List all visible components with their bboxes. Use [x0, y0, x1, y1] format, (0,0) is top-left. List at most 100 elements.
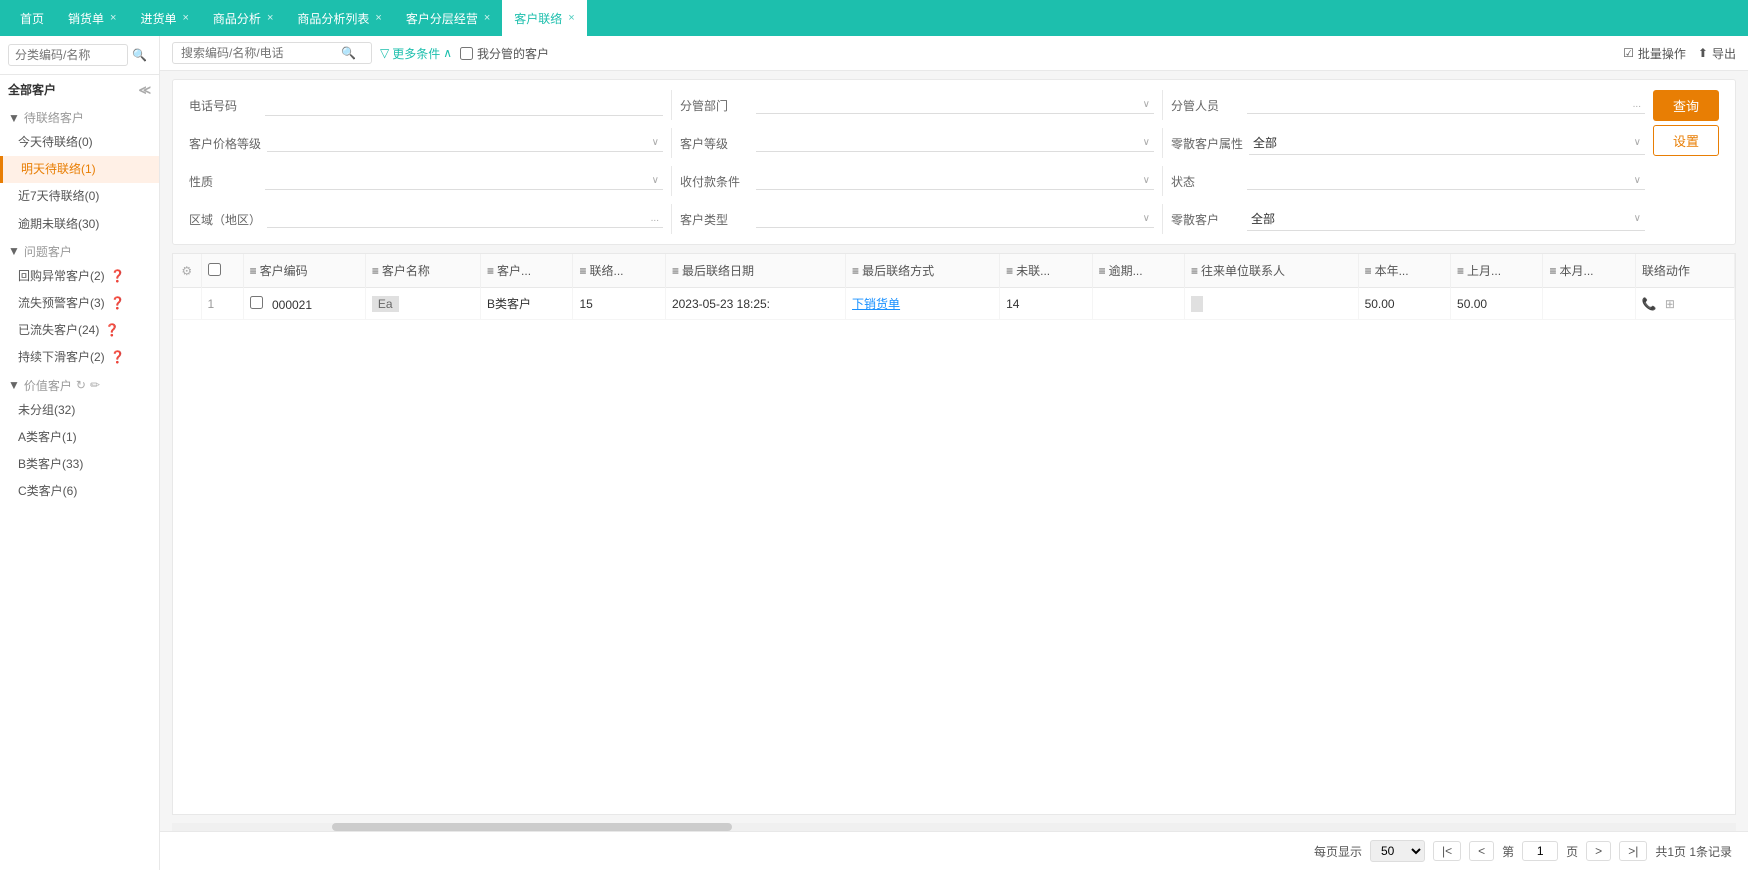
toolbar-search-box[interactable]: 🔍 — [172, 42, 372, 64]
filter-customer-level: 客户等级 ∨ — [680, 134, 1154, 152]
nav-purchase[interactable]: 进货单 × — [128, 0, 200, 36]
close-sales-icon[interactable]: × — [110, 12, 116, 24]
dept-select[interactable]: ∨ — [756, 96, 1154, 114]
value-customer-group: ▼ 价值客户 ↻ ✏ — [0, 372, 159, 397]
th-name[interactable]: ≡客户名称 — [365, 254, 480, 288]
first-page-btn[interactable]: |< — [1433, 841, 1461, 861]
filter-buttons: 查询 设置 — [1653, 90, 1719, 234]
sidebar-item-tomorrow[interactable]: 明天待联络(1) — [0, 156, 159, 183]
nav-customer-segment[interactable]: 客户分层经营 × — [394, 0, 502, 36]
customer-level-select[interactable]: ∨ — [756, 134, 1154, 152]
toolbar-search-icon[interactable]: 🔍 — [341, 46, 356, 60]
value-edit-icon[interactable]: ✏ — [90, 378, 100, 392]
th-unit-contact[interactable]: ≡往来单位联系人 — [1185, 254, 1359, 288]
total-records: 共1页 1条记录 — [1655, 843, 1732, 860]
retail-attr-select[interactable]: 全部 ∨ — [1249, 131, 1645, 155]
export-btn[interactable]: ⬆ 导出 — [1698, 45, 1736, 62]
last-page-btn[interactable]: >| — [1619, 841, 1647, 861]
close-customer-segment-icon[interactable]: × — [484, 12, 490, 24]
column-settings-icon[interactable]: ⚙ — [181, 264, 192, 278]
nature-select[interactable]: ∨ — [265, 172, 663, 190]
my-customers-checkbox-label[interactable]: 我分管的客户 — [460, 45, 549, 62]
select-all-checkbox[interactable] — [208, 263, 221, 276]
th-code[interactable]: ≡客户编码 — [243, 254, 365, 288]
batch-operation-btn[interactable]: ☑ 批量操作 — [1623, 45, 1686, 62]
sidebar-item-today[interactable]: 今天待联络(0) — [0, 129, 159, 156]
toolbar: 🔍 ▽ 更多条件 ∧ 我分管的客户 ☑ 批量操作 ⬆ 导出 — [160, 36, 1748, 71]
per-page-select[interactable]: 50 100 200 — [1370, 840, 1425, 862]
sidebar-item-repurchase-abnormal[interactable]: 回购异常客户(2) ❓ — [0, 263, 159, 290]
price-level-select[interactable]: ∨ — [267, 134, 663, 152]
th-last-contact-date[interactable]: ≡最后联络日期 — [665, 254, 845, 288]
sidebar-item-churn-warning[interactable]: 流失预警客户(3) ❓ — [0, 290, 159, 317]
filter-phone: 电话号码 — [189, 95, 663, 116]
th-contact[interactable]: ≡联络... — [573, 254, 665, 288]
th-last-month[interactable]: ≡上月... — [1451, 254, 1543, 288]
scrollbar-thumb[interactable] — [332, 823, 732, 831]
th-type[interactable]: ≡客户... — [481, 254, 573, 288]
nav-analysis[interactable]: 商品分析 × — [201, 0, 285, 36]
content-area: 🔍 ▽ 更多条件 ∧ 我分管的客户 ☑ 批量操作 ⬆ 导出 — [160, 36, 1748, 870]
my-customers-checkbox[interactable] — [460, 47, 473, 60]
filter-status: 状态 ∨ — [1171, 172, 1645, 190]
retail-select[interactable]: 全部 ∨ — [1247, 207, 1645, 231]
close-analysis-icon[interactable]: × — [267, 12, 273, 24]
filter-payment: 收付款条件 ∨ — [680, 172, 1154, 190]
sidebar-item-ungrouped[interactable]: 未分组(32) — [0, 397, 159, 424]
search-input[interactable] — [181, 46, 341, 60]
th-no-contact[interactable]: ≡未联... — [1000, 254, 1092, 288]
page-number-input[interactable] — [1522, 841, 1558, 861]
td-last-contact-date: 2023-05-23 18:25: — [665, 288, 845, 320]
sidebar-search-input[interactable] — [8, 44, 128, 66]
filter-more-btn[interactable]: ▽ 更多条件 ∧ — [380, 45, 452, 62]
td-unit-contact — [1185, 288, 1359, 320]
td-overdue — [1092, 288, 1184, 320]
person-select[interactable]: ... — [1247, 96, 1645, 114]
td-gear — [173, 288, 201, 320]
nav-sales[interactable]: 销货单 × — [56, 0, 128, 36]
sidebar-item-c-class[interactable]: C类客户(6) — [0, 478, 159, 505]
sidebar-item-churned[interactable]: 已流失客户(24) ❓ — [0, 317, 159, 344]
nav-analysis-list[interactable]: 商品分析列表 × — [285, 0, 393, 36]
customer-type-select[interactable]: ∨ — [756, 210, 1154, 228]
sidebar-item-b-class[interactable]: B类客户(33) — [0, 451, 159, 478]
sidebar-item-declining[interactable]: 持续下滑客户(2) ❓ — [0, 344, 159, 371]
sidebar-item-7days[interactable]: 近7天待联络(0) — [0, 183, 159, 210]
th-this-year[interactable]: ≡本年... — [1358, 254, 1450, 288]
toolbar-right: ☑ 批量操作 ⬆ 导出 — [1623, 45, 1736, 62]
prev-page-btn[interactable]: < — [1469, 841, 1494, 861]
value-refresh-icon[interactable]: ↻ — [76, 378, 86, 392]
next-page-btn[interactable]: > — [1586, 841, 1611, 861]
pending-contact-group: ▼ 待联络客户 — [0, 104, 159, 129]
last-contact-method-link[interactable]: 下销货单 — [852, 297, 900, 311]
row-checkbox[interactable] — [250, 296, 263, 309]
status-select[interactable]: ∨ — [1247, 172, 1645, 190]
filter-retail-attr: 零散客户属性 全部 ∨ — [1171, 131, 1645, 155]
th-this-month[interactable]: ≡本月... — [1543, 254, 1635, 288]
th-last-contact-method[interactable]: ≡最后联络方式 — [846, 254, 1000, 288]
th-overdue[interactable]: ≡逾期... — [1092, 254, 1184, 288]
sidebar-item-a-class[interactable]: A类客户(1) — [0, 424, 159, 451]
close-customer-contact-icon[interactable]: × — [568, 12, 574, 24]
nav-home[interactable]: 首页 — [8, 0, 56, 36]
query-button[interactable]: 查询 — [1653, 90, 1719, 121]
filter-row-3: 性质 ∨ 收付款条件 ∨ — [189, 166, 1645, 196]
qr-action-icon[interactable]: ⊞ — [1665, 297, 1675, 311]
setting-button[interactable]: 设置 — [1653, 125, 1719, 156]
phone-action-icon[interactable]: 📞 — [1642, 297, 1657, 311]
region-select[interactable]: ... — [267, 210, 663, 228]
close-purchase-icon[interactable]: × — [182, 12, 188, 24]
phone-input[interactable] — [265, 95, 663, 116]
sidebar-search-icon[interactable]: 🔍 — [132, 48, 147, 62]
filter-row-2: 客户价格等级 ∨ 客户等级 ∨ — [189, 128, 1645, 158]
close-analysis-list-icon[interactable]: × — [375, 12, 381, 24]
payment-select[interactable]: ∨ — [756, 172, 1154, 190]
filter-price-level: 客户价格等级 ∨ — [189, 134, 663, 152]
sidebar-collapse-icon[interactable]: ≪ — [138, 83, 151, 97]
sidebar-item-overdue[interactable]: 逾期未联络(30) — [0, 211, 159, 238]
filter-row-1: 电话号码 分管部门 ∨ 分管人员 — [189, 90, 1645, 120]
filter-nature: 性质 ∨ — [189, 172, 663, 190]
horizontal-scrollbar[interactable] — [172, 823, 1736, 831]
nav-customer-contact[interactable]: 客户联络 × — [502, 0, 586, 36]
payment-chevron-icon: ∨ — [1143, 175, 1150, 186]
